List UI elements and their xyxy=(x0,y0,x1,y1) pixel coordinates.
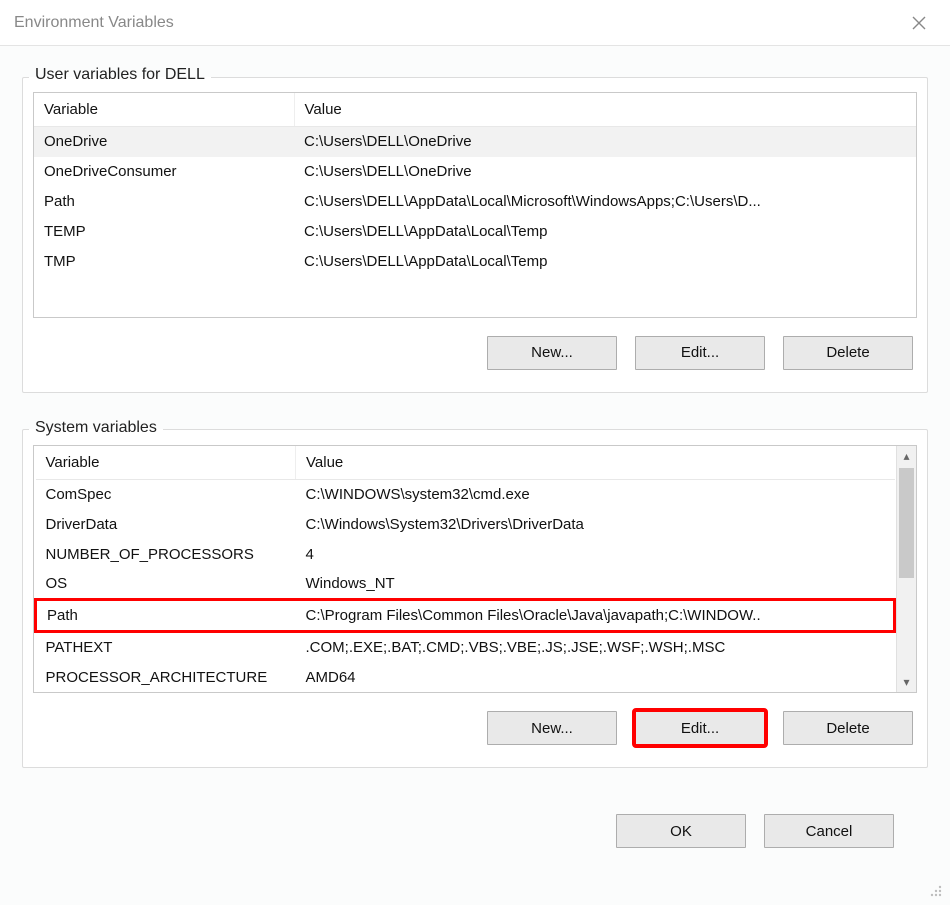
cell-value: C:\Users\DELL\AppData\Local\Temp xyxy=(294,217,916,247)
cell-value: .COM;.EXE;.BAT;.CMD;.VBS;.VBE;.JS;.JSE;.… xyxy=(296,632,895,663)
user-variables-table-wrap: Variable Value OneDriveC:\Users\DELL\One… xyxy=(33,92,917,318)
user-variables-group: User variables for DELL Variable Value O… xyxy=(22,68,928,393)
table-row[interactable]: PathC:\Program Files\Common Files\Oracle… xyxy=(36,600,895,632)
system-new-button[interactable]: New... xyxy=(487,711,617,745)
cell-value: C:\Users\DELL\AppData\Local\Temp xyxy=(294,247,916,277)
cell-variable: PROCESSOR_ARCHITECTURE xyxy=(36,662,296,692)
cell-value: C:\WINDOWS\system32\cmd.exe xyxy=(296,479,895,509)
table-row[interactable]: DriverDataC:\Windows\System32\Drivers\Dr… xyxy=(36,509,895,539)
user-delete-button[interactable]: Delete xyxy=(783,336,913,370)
cell-variable: PATHEXT xyxy=(36,632,296,663)
scroll-down-icon[interactable]: ▾ xyxy=(897,672,916,692)
cell-variable: TEMP xyxy=(34,217,294,247)
table-row[interactable]: OSWindows_NT xyxy=(36,569,895,600)
cell-value: C:\Windows\System32\Drivers\DriverData xyxy=(296,509,895,539)
cell-value: C:\Users\DELL\OneDrive xyxy=(294,157,916,187)
table-row[interactable]: PROCESSOR_ARCHITECTUREAMD64 xyxy=(36,662,895,692)
cell-value: C:\Users\DELL\AppData\Local\Microsoft\Wi… xyxy=(294,187,916,217)
user-new-button[interactable]: New... xyxy=(487,336,617,370)
cell-variable: OneDrive xyxy=(34,127,294,157)
table-row[interactable]: TEMPC:\Users\DELL\AppData\Local\Temp xyxy=(34,217,916,247)
user-variables-legend: User variables for DELL xyxy=(29,66,211,84)
dialog-buttons: OK Cancel xyxy=(22,796,928,848)
cell-variable: ComSpec xyxy=(36,479,296,509)
table-row[interactable]: OneDriveConsumerC:\Users\DELL\OneDrive xyxy=(34,157,916,187)
titlebar: Environment Variables xyxy=(0,0,950,46)
cell-variable: DriverData xyxy=(36,509,296,539)
table-row[interactable]: NUMBER_OF_PROCESSORS4 xyxy=(36,539,895,569)
ok-button[interactable]: OK xyxy=(616,814,746,848)
system-edit-button[interactable]: Edit... xyxy=(635,711,765,745)
table-row[interactable]: PathC:\Users\DELL\AppData\Local\Microsof… xyxy=(34,187,916,217)
system-scrollbar[interactable]: ▴ ▾ xyxy=(896,446,916,693)
cell-variable: OS xyxy=(36,569,296,600)
table-row[interactable]: TMPC:\Users\DELL\AppData\Local\Temp xyxy=(34,247,916,277)
table-row[interactable]: OneDriveC:\Users\DELL\OneDrive xyxy=(34,127,916,157)
table-header-row: Variable Value xyxy=(34,93,916,127)
user-variables-buttons: New... Edit... Delete xyxy=(23,318,927,392)
dialog-content: User variables for DELL Variable Value O… xyxy=(0,46,950,905)
cell-value: Windows_NT xyxy=(296,569,895,600)
user-col-variable[interactable]: Variable xyxy=(34,93,294,127)
user-col-value[interactable]: Value xyxy=(294,93,916,127)
scroll-thumb[interactable] xyxy=(899,468,914,578)
window-title: Environment Variables xyxy=(14,14,174,32)
table-row[interactable]: PATHEXT.COM;.EXE;.BAT;.CMD;.VBS;.VBE;.JS… xyxy=(36,632,895,663)
table-header-row: Variable Value xyxy=(36,446,895,480)
cell-variable: TMP xyxy=(34,247,294,277)
system-col-variable[interactable]: Variable xyxy=(36,446,296,480)
system-variables-group: System variables Variable Value ComSpecC… xyxy=(22,421,928,769)
cell-value: C:\Users\DELL\OneDrive xyxy=(294,127,916,157)
resize-grip-icon[interactable] xyxy=(926,881,944,899)
cell-variable: OneDriveConsumer xyxy=(34,157,294,187)
system-variables-table-wrap: Variable Value ComSpecC:\WINDOWS\system3… xyxy=(33,445,917,694)
cancel-button[interactable]: Cancel xyxy=(764,814,894,848)
cell-value: AMD64 xyxy=(296,662,895,692)
scroll-up-icon[interactable]: ▴ xyxy=(897,446,916,466)
system-col-value[interactable]: Value xyxy=(296,446,895,480)
table-row[interactable]: ComSpecC:\WINDOWS\system32\cmd.exe xyxy=(36,479,895,509)
user-edit-button[interactable]: Edit... xyxy=(635,336,765,370)
close-icon[interactable] xyxy=(902,6,936,40)
cell-variable: NUMBER_OF_PROCESSORS xyxy=(36,539,296,569)
cell-variable: Path xyxy=(36,600,296,632)
cell-value: 4 xyxy=(296,539,895,569)
user-variables-table[interactable]: Variable Value OneDriveC:\Users\DELL\One… xyxy=(34,93,916,277)
cell-variable: Path xyxy=(34,187,294,217)
system-variables-table[interactable]: Variable Value ComSpecC:\WINDOWS\system3… xyxy=(34,446,896,693)
system-variables-buttons: New... Edit... Delete xyxy=(23,693,927,767)
cell-value: C:\Program Files\Common Files\Oracle\Jav… xyxy=(296,600,895,632)
system-variables-legend: System variables xyxy=(29,419,163,437)
system-delete-button[interactable]: Delete xyxy=(783,711,913,745)
